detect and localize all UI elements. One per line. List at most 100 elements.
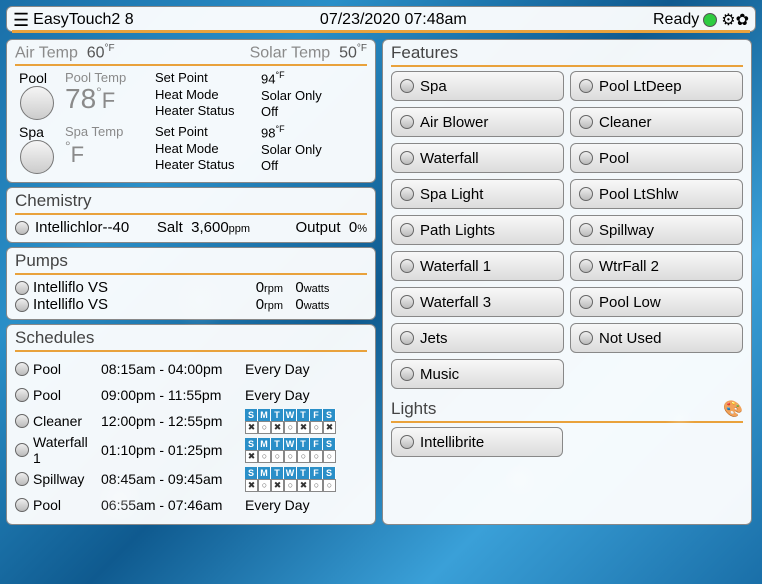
palette-icon[interactable]: 🎨 — [723, 399, 743, 419]
feature-button[interactable]: Path Lights — [391, 215, 564, 245]
feature-button[interactable]: Music — [391, 359, 564, 389]
light-indicator-icon — [400, 435, 414, 449]
top-bar: ☰ EasyTouch2 8 07/23/2020 07:48am Ready … — [6, 6, 756, 32]
pump-rpm: 0rpm — [213, 296, 283, 313]
feature-label: Spa — [420, 78, 447, 95]
schedule-time: 09:00pm - 11:55pm — [101, 387, 241, 403]
chlorinator-toggle[interactable] — [15, 221, 29, 235]
body-row: PoolPool Temp78°FSet PointHeat ModeHeate… — [15, 70, 367, 120]
feature-button[interactable]: Cleaner — [570, 107, 743, 137]
gear-icon[interactable]: ⚙✿ — [721, 10, 749, 30]
body-temp-value: °F — [65, 139, 149, 167]
header-datetime: 07/23/2020 07:48am — [134, 11, 653, 29]
status-indicator-icon — [703, 13, 717, 27]
pump-rpm: 0rpm — [213, 279, 283, 296]
heat-values: 94°FSolar OnlyOff — [261, 70, 343, 120]
feature-indicator-icon — [400, 295, 414, 309]
schedule-row: Waterfall 101:10pm - 01:25pmSMTWTFS — [15, 434, 367, 466]
feature-button[interactable]: Not Used — [570, 323, 743, 353]
feature-button[interactable]: Spa Light — [391, 179, 564, 209]
pump-toggle[interactable] — [15, 298, 29, 312]
feature-indicator-icon — [579, 79, 593, 93]
feature-button[interactable]: Pool LtDeep — [570, 71, 743, 101]
feature-button[interactable]: Jets — [391, 323, 564, 353]
schedule-row: Cleaner 12:00pm - 12:55pmSMTWTFS — [15, 408, 367, 434]
bodies-panel: Air Temp 60°F Solar Temp 50°F PoolPool T… — [6, 39, 376, 183]
feature-button[interactable]: Spillway — [570, 215, 743, 245]
schedule-name: Spillway — [33, 471, 84, 487]
schedule-name: Waterfall 1 — [33, 434, 97, 466]
schedule-row: Pool06:55am - 07:46amEvery Day — [15, 492, 367, 518]
body-toggle[interactable] — [20, 140, 54, 174]
feature-button[interactable]: Pool LtShlw — [570, 179, 743, 209]
schedule-toggle[interactable] — [15, 498, 29, 512]
feature-indicator-icon — [579, 187, 593, 201]
feature-label: Path Lights — [420, 222, 495, 239]
feature-label: Waterfall 1 — [420, 258, 491, 275]
pump-toggle[interactable] — [15, 281, 29, 295]
feature-button[interactable]: Spa — [391, 71, 564, 101]
schedule-toggle[interactable] — [15, 362, 29, 376]
schedule-name: Cleaner — [33, 413, 82, 429]
feature-indicator-icon — [400, 223, 414, 237]
schedule-row: Pool 08:15am - 04:00pmEvery Day — [15, 356, 367, 382]
feature-button[interactable]: Waterfall 1 — [391, 251, 564, 281]
light-button[interactable]: Intellibrite — [391, 427, 563, 457]
feature-button[interactable]: Pool Low — [570, 287, 743, 317]
salt-reading: Salt 3,600ppm — [151, 219, 256, 236]
schedules-panel: Schedules Pool08:15am - 04:00pmEvery Day… — [6, 324, 376, 525]
divider — [15, 64, 367, 66]
body-toggle[interactable] — [20, 86, 54, 120]
schedule-time: 08:15am - 04:00pm — [101, 361, 241, 377]
body-name: Spa — [19, 124, 55, 140]
feature-button[interactable]: Waterfall 3 — [391, 287, 564, 317]
menu-icon[interactable]: ☰ — [13, 10, 29, 31]
day-selector[interactable]: SMTWTFS — [245, 409, 336, 434]
feature-button[interactable]: WtrFall 2 — [570, 251, 743, 281]
feature-label: Jets — [420, 330, 448, 347]
schedule-toggle[interactable] — [15, 472, 29, 486]
feature-indicator-icon — [579, 223, 593, 237]
pump-row: Intelliflo VS0rpm 0watts — [15, 279, 367, 296]
schedule-time: 06:55am - 07:46am — [101, 497, 241, 513]
body-temp-label: Spa Temp — [65, 124, 149, 139]
heat-values: 98°FSolar OnlyOff — [261, 124, 343, 174]
feature-label: Music — [420, 366, 459, 383]
features-panel: Features SpaPool LtDeepAir BlowerCleaner… — [382, 39, 752, 525]
feature-label: Pool LtDeep — [599, 78, 682, 95]
schedule-days-text: Every Day — [245, 361, 310, 377]
schedule-toggle[interactable] — [15, 443, 29, 457]
schedules-title: Schedules — [15, 328, 367, 348]
schedule-time: 12:00pm - 12:55pm — [101, 413, 241, 429]
heat-labels: Set PointHeat ModeHeater Status — [155, 124, 255, 173]
app-title: EasyTouch2 8 — [33, 11, 134, 29]
day-selector[interactable]: SMTWTFS — [245, 467, 336, 492]
feature-label: Waterfall 3 — [420, 294, 491, 311]
feature-label: Air Blower — [420, 114, 488, 131]
day-selector[interactable]: SMTWTFS — [245, 438, 336, 463]
air-temp: Air Temp 60°F — [15, 43, 115, 62]
feature-button[interactable]: Air Blower — [391, 107, 564, 137]
schedule-time: 08:45am - 09:45am — [101, 471, 241, 487]
schedule-row: Pool 09:00pm - 11:55pmEvery Day — [15, 382, 367, 408]
feature-indicator-icon — [400, 151, 414, 165]
feature-button[interactable]: Waterfall — [391, 143, 564, 173]
feature-label: Pool LtShlw — [599, 186, 678, 203]
schedule-days-text: Every Day — [245, 387, 310, 403]
schedule-name: Pool — [33, 361, 61, 377]
schedule-toggle[interactable] — [15, 388, 29, 402]
feature-indicator-icon — [400, 187, 414, 201]
chemistry-title: Chemistry — [15, 191, 367, 211]
feature-indicator-icon — [400, 79, 414, 93]
body-name: Pool — [19, 70, 55, 86]
status-text: Ready — [653, 11, 699, 29]
schedule-toggle[interactable] — [15, 414, 29, 428]
feature-indicator-icon — [400, 259, 414, 273]
schedule-name: Pool — [33, 387, 61, 403]
schedule-days-text: Every Day — [245, 497, 310, 513]
feature-indicator-icon — [579, 115, 593, 129]
feature-button[interactable]: Pool — [570, 143, 743, 173]
chlorinator-name: Intellichlor--40 — [35, 219, 145, 236]
pump-name: Intelliflo VS — [33, 279, 209, 296]
chemistry-panel: Chemistry Intellichlor--40 Salt 3,600ppm… — [6, 187, 376, 243]
